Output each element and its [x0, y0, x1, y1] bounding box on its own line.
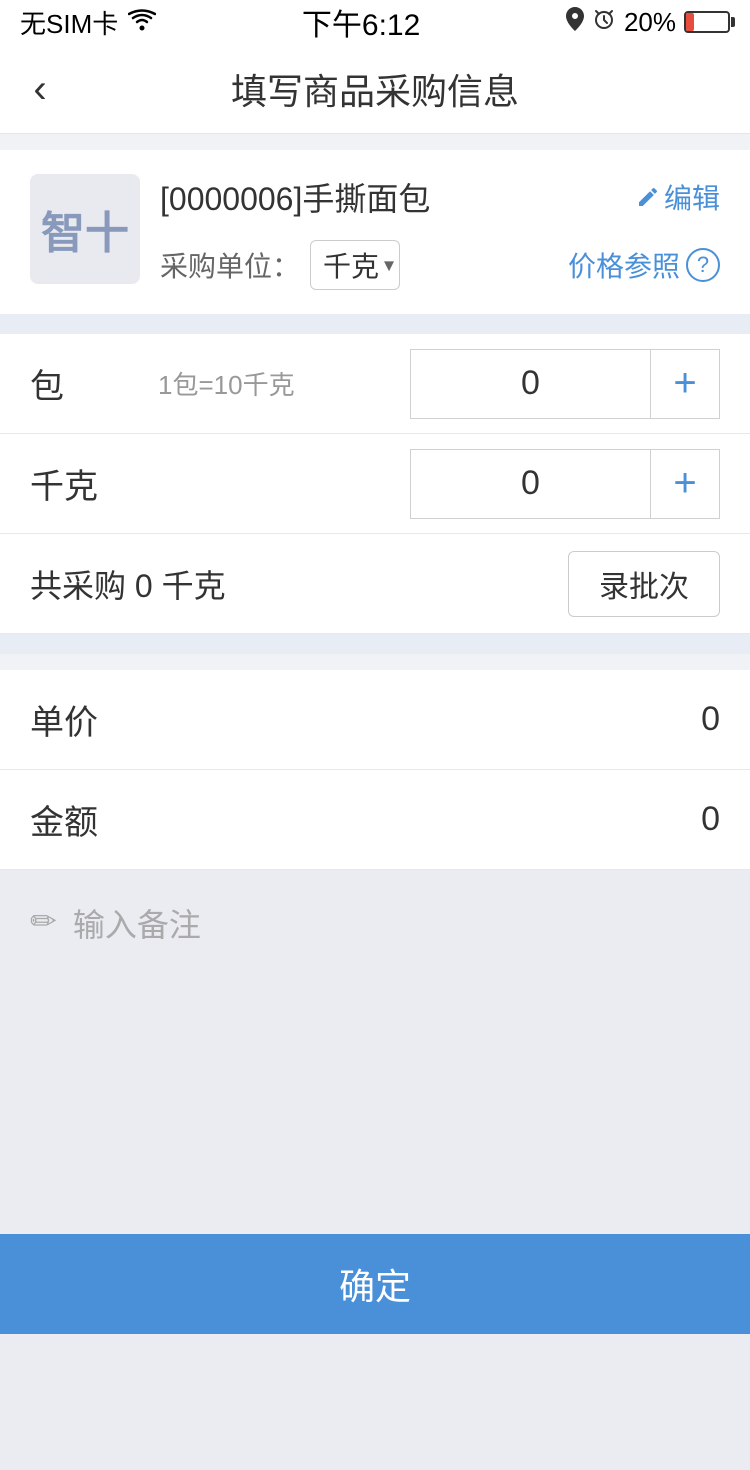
product-info: [0000006]手撕面包 编辑 采购单位： 千克 价格参照 ? [160, 174, 720, 290]
kg-input-right: + [410, 449, 720, 519]
status-right: 20% [566, 7, 730, 38]
unit-price-value: 0 [701, 700, 720, 739]
amount-label: 金额 [30, 795, 98, 844]
total-unit-value: 千克 [162, 568, 226, 604]
notes-section[interactable]: ✏ 输入备注 [0, 870, 750, 990]
bag-input-row: 包 1包=10千克 + [0, 334, 750, 434]
product-image: 智十 [30, 174, 140, 284]
back-button[interactable]: ‹ [0, 44, 80, 134]
nav-bar: ‹ 填写商品采购信息 [0, 44, 750, 134]
price-ref-button[interactable]: 价格参照 ? [568, 245, 720, 285]
amount-row: 金额 0 [0, 770, 750, 870]
wifi-icon [128, 7, 156, 38]
total-text: 共采购 0 千克 [30, 561, 226, 607]
kg-label: 千克 [30, 459, 150, 508]
section-divider-2 [0, 634, 750, 654]
status-bar: 无SIM卡 下午6:12 20% [0, 0, 750, 44]
unit-label: 采购单位： 千克 [160, 240, 400, 290]
amount-value: 0 [701, 800, 720, 839]
battery-icon [684, 11, 730, 33]
confirm-button[interactable]: 确定 [0, 1234, 750, 1334]
section-divider-1 [0, 314, 750, 334]
page-title: 填写商品采购信息 [231, 63, 519, 115]
total-label: 共采购 [30, 568, 126, 604]
bag-sublabel: 1包=10千克 [158, 365, 295, 402]
kg-plus-button[interactable]: + [650, 449, 720, 519]
price-section: 单价 0 金额 0 [0, 670, 750, 870]
unit-select[interactable]: 千克 [310, 240, 400, 290]
pencil-icon: ✏ [30, 902, 57, 940]
back-arrow-icon: ‹ [33, 69, 46, 109]
edit-icon [636, 185, 660, 209]
status-time: 下午6:12 [302, 0, 420, 44]
record-batch-button[interactable]: 录批次 [568, 551, 720, 617]
unit-price-row: 单价 0 [0, 670, 750, 770]
product-name-row: [0000006]手撕面包 编辑 [160, 174, 720, 220]
unit-select-container[interactable]: 千克 [310, 240, 400, 290]
price-ref-question-icon: ? [686, 248, 720, 282]
bottom-pad [0, 1370, 750, 1470]
location-icon [566, 7, 584, 38]
edit-button[interactable]: 编辑 [636, 177, 720, 217]
total-amount-value: 0 [135, 568, 153, 604]
total-row: 共采购 0 千克 录批次 [0, 534, 750, 634]
kg-quantity-input[interactable] [410, 449, 650, 519]
bag-label: 包 [30, 359, 150, 408]
kg-input-row: 千克 + [0, 434, 750, 534]
bag-quantity-input[interactable] [410, 349, 650, 419]
input-section: 包 1包=10千克 + 千克 + 共采购 0 千克 录批次 [0, 334, 750, 634]
price-ref-label: 价格参照 [568, 245, 680, 285]
product-card: 智十 [0000006]手撕面包 编辑 采购单位： 千克 价格参照 ? [0, 150, 750, 314]
bag-plus-button[interactable]: + [650, 349, 720, 419]
product-name: [0000006]手撕面包 [160, 174, 430, 220]
unit-label-text: 采购单位： [160, 245, 300, 285]
battery-percentage: 20% [624, 7, 676, 38]
confirm-label: 确定 [339, 1258, 411, 1310]
bag-input-right: + [410, 349, 720, 419]
alarm-icon [592, 7, 616, 38]
status-left: 无SIM卡 [20, 4, 156, 41]
product-logo: 智十 [41, 197, 129, 261]
edit-label: 编辑 [664, 177, 720, 217]
carrier-text: 无SIM卡 [20, 4, 118, 41]
unit-row: 采购单位： 千克 价格参照 ? [160, 240, 720, 290]
unit-price-label: 单价 [30, 695, 98, 744]
notes-placeholder: 输入备注 [73, 900, 201, 946]
